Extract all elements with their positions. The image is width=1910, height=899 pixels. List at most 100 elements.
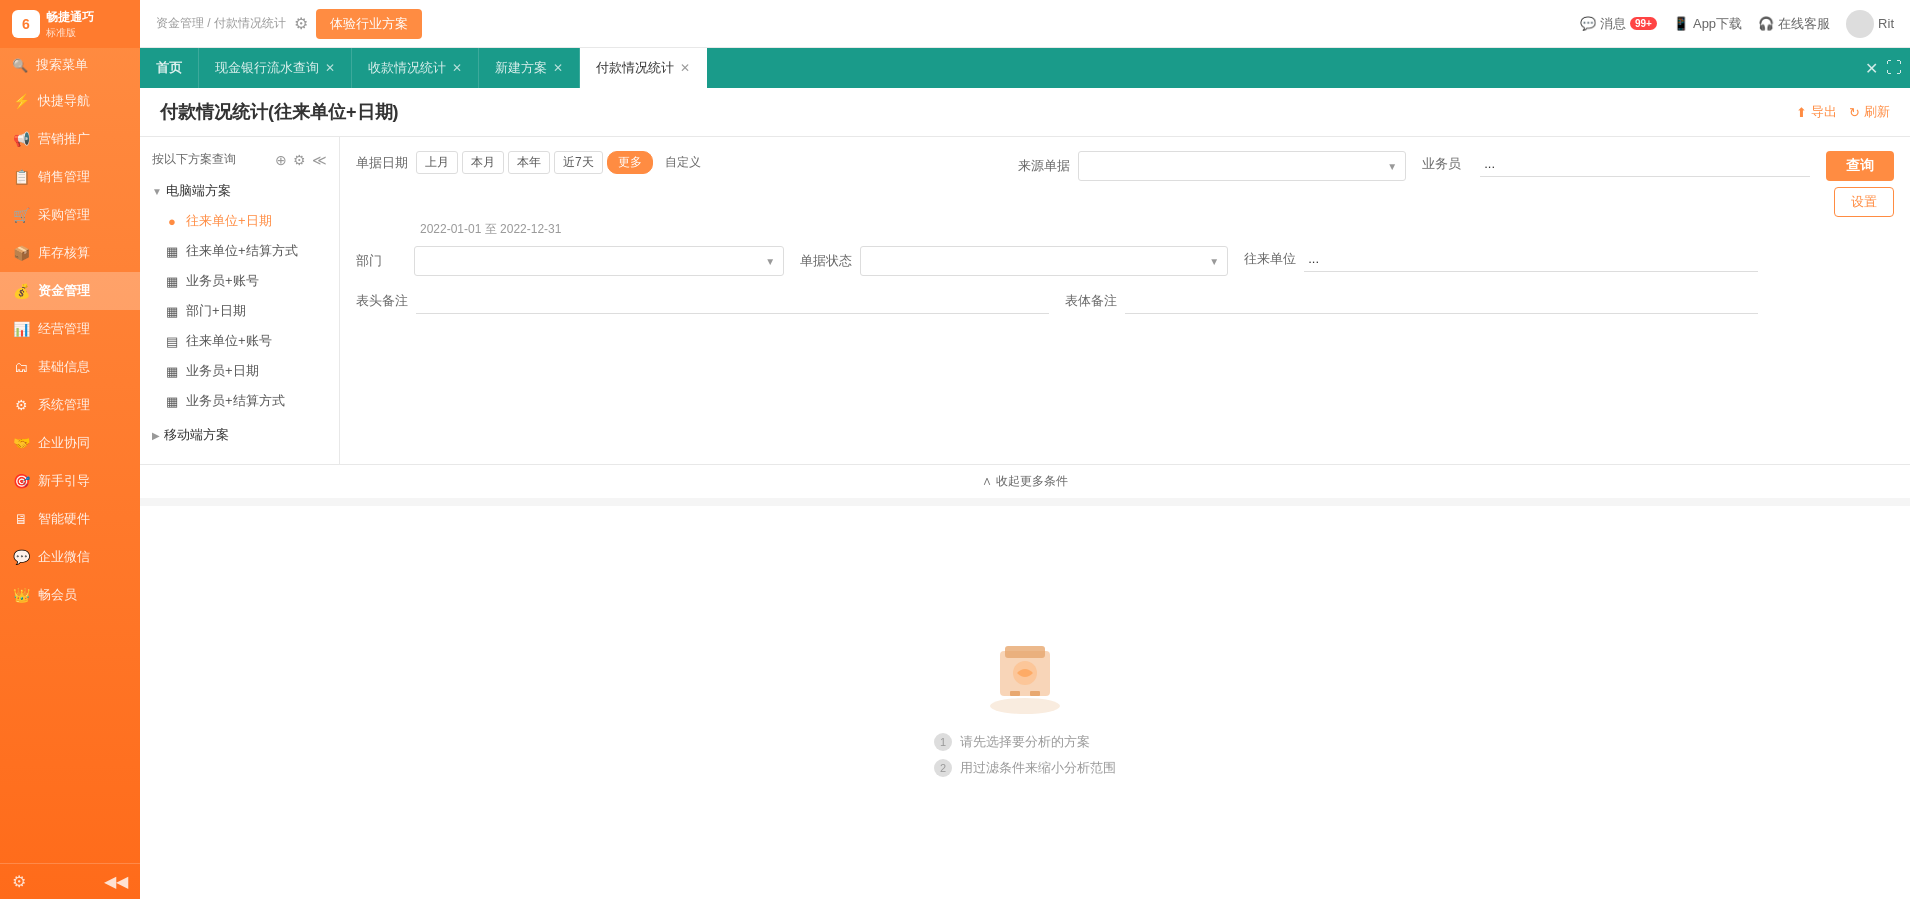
- scheme-pc-arrow-icon: ▼: [152, 186, 162, 197]
- sidebar-item-label: 畅会员: [38, 586, 77, 604]
- tab-close-bank-flow[interactable]: ✕: [325, 61, 335, 75]
- filter-row-3: 表头备注 表体备注: [356, 288, 1894, 314]
- date-btn-this-month[interactable]: 本月: [462, 151, 504, 174]
- enterprise-icon: 🤝: [12, 434, 30, 452]
- sidebar-item-marketing[interactable]: 📢 营销推广: [0, 120, 140, 158]
- settings-button[interactable]: 设置: [1834, 187, 1894, 217]
- sidebar-collapse-icon[interactable]: ◀◀: [104, 872, 128, 891]
- svg-point-0: [990, 698, 1060, 714]
- finance-icon: 💰: [12, 282, 30, 300]
- scheme-item-active-icon: ●: [164, 213, 180, 229]
- query-button[interactable]: 查询: [1826, 151, 1894, 181]
- scheme-pc-header[interactable]: ▼ 电脑端方案: [140, 176, 339, 206]
- top-header: 资金管理 / 付款情况统计 ⚙ 体验行业方案 💬 消息 99+ 📱 App下载 …: [140, 0, 1910, 48]
- sidebar-item-system[interactable]: ⚙ 系统管理: [0, 386, 140, 424]
- tab-close-new-plan[interactable]: ✕: [553, 61, 563, 75]
- header-right: 💬 消息 99+ 📱 App下载 🎧 在线客服 Rit: [1580, 10, 1894, 38]
- tab-bank-flow-label: 现金银行流水查询: [215, 59, 319, 77]
- empty-state: 1 请先选择要分析的方案 2 用过滤条件来缩小分析范围: [140, 506, 1910, 899]
- member-icon: 👑: [12, 586, 30, 604]
- tip-text-2: 用过滤条件来缩小分析范围: [960, 759, 1116, 777]
- user-area[interactable]: Rit: [1846, 10, 1894, 38]
- sidebar-item-basic[interactable]: 🗂 基础信息: [0, 348, 140, 386]
- header-gear-icon[interactable]: ⚙: [294, 14, 308, 33]
- tab-new-plan[interactable]: 新建方案 ✕: [479, 48, 580, 88]
- body-remark-input[interactable]: [1125, 288, 1758, 314]
- sidebar-item-inventory[interactable]: 📦 库存核算: [0, 234, 140, 272]
- sidebar-settings-icon[interactable]: ⚙: [12, 872, 26, 891]
- sidebar-item-operations[interactable]: 📊 经营管理: [0, 310, 140, 348]
- tab-payment-stats[interactable]: 付款情况统计 ✕: [580, 48, 707, 88]
- scheme-item-staff-account[interactable]: ▦ 业务员+账号: [140, 266, 339, 296]
- collapse-bar[interactable]: ∧ 收起更多条件: [140, 464, 1910, 498]
- staff-input[interactable]: [1480, 151, 1810, 177]
- tab-home[interactable]: 首页: [140, 48, 199, 88]
- tab-bank-flow[interactable]: 现金银行流水查询 ✕: [199, 48, 352, 88]
- sidebar-search[interactable]: 🔍 搜索菜单: [0, 48, 140, 82]
- sidebar-item-sales[interactable]: 📋 销售管理: [0, 158, 140, 196]
- svg-rect-5: [1030, 691, 1040, 696]
- sidebar-item-member[interactable]: 👑 畅会员: [0, 576, 140, 614]
- tab-receipts[interactable]: 收款情况统计 ✕: [352, 48, 479, 88]
- scheme-item-icon-4: ▤: [164, 333, 180, 349]
- export-icon: ⬆: [1796, 105, 1807, 120]
- scheme-mobile-header[interactable]: ▶ 移动端方案: [140, 420, 339, 450]
- dept-select[interactable]: ▼: [414, 246, 784, 276]
- trial-button[interactable]: 体验行业方案: [316, 9, 422, 39]
- date-btn-more[interactable]: 更多: [607, 151, 653, 174]
- action-buttons: 查询 设置: [1826, 151, 1894, 217]
- tab-bar-expand-icon[interactable]: ⛶: [1886, 59, 1902, 77]
- export-button[interactable]: ⬆ 导出: [1796, 103, 1837, 121]
- tab-close-payment-stats[interactable]: ✕: [680, 61, 690, 75]
- app-download-action[interactable]: 📱 App下载: [1673, 15, 1742, 33]
- scheme-item-staff-date[interactable]: ▦ 业务员+日期: [140, 356, 339, 386]
- scheme-header: 按以下方案查询 ⊕ ⚙ ≪: [140, 147, 339, 176]
- source-select[interactable]: ▼: [1078, 151, 1406, 181]
- date-btn-custom[interactable]: 自定义: [657, 152, 709, 173]
- sidebar-item-label: 系统管理: [38, 396, 90, 414]
- scheme-item-unit-account[interactable]: ▤ 往来单位+账号: [140, 326, 339, 356]
- filter-voucher-group: 单据状态 ▼: [800, 246, 1228, 276]
- refresh-button[interactable]: ↻ 刷新: [1849, 103, 1890, 121]
- scheme-item-dept-date[interactable]: ▦ 部门+日期: [140, 296, 339, 326]
- sidebar-item-wechat[interactable]: 💬 企业微信: [0, 538, 140, 576]
- scheme-collapse-icon[interactable]: ≪: [312, 152, 327, 168]
- date-btn-7days[interactable]: 近7天: [554, 151, 603, 174]
- filter-source-group: 来源单据 ▼: [1018, 151, 1406, 181]
- partner-input[interactable]: [1304, 246, 1758, 272]
- scheme-settings-icon[interactable]: ⚙: [293, 152, 306, 168]
- tip-item-2: 2 用过滤条件来缩小分析范围: [934, 759, 1116, 777]
- message-action[interactable]: 💬 消息 99+: [1580, 15, 1657, 33]
- scheme-add-icon[interactable]: ⊕: [275, 152, 287, 168]
- header-remark-input[interactable]: [416, 288, 1049, 314]
- basic-icon: 🗂: [12, 358, 30, 376]
- query-body: 按以下方案查询 ⊕ ⚙ ≪ ▼ 电脑端方案 ●: [140, 137, 1910, 464]
- tab-bar: 首页 现金银行流水查询 ✕ 收款情况统计 ✕ 新建方案 ✕ 付款情况统计 ✕ ✕…: [140, 48, 1910, 88]
- logo-icon: 6: [12, 10, 40, 38]
- filter-header-remark-group: 表头备注: [356, 288, 1049, 314]
- sidebar-item-purchase[interactable]: 🛒 采购管理: [0, 196, 140, 234]
- service-action[interactable]: 🎧 在线客服: [1758, 15, 1830, 33]
- scheme-item-staff-settle[interactable]: ▦ 业务员+结算方式: [140, 386, 339, 416]
- sidebar-item-quick-nav[interactable]: ⚡ 快捷导航: [0, 82, 140, 120]
- refresh-icon: ↻: [1849, 105, 1860, 120]
- voucher-select[interactable]: ▼: [860, 246, 1228, 276]
- sidebar-item-hardware[interactable]: 🖥 智能硬件: [0, 500, 140, 538]
- date-btn-this-year[interactable]: 本年: [508, 151, 550, 174]
- scheme-item-unit-date[interactable]: ● 往来单位+日期: [140, 206, 339, 236]
- tip-num-2: 2: [934, 759, 952, 777]
- date-btn-last-month[interactable]: 上月: [416, 151, 458, 174]
- scheme-mobile-arrow-icon: ▶: [152, 430, 160, 441]
- tab-bar-close-icon[interactable]: ✕: [1865, 59, 1878, 78]
- scheme-item-unit-settle[interactable]: ▦ 往来单位+结算方式: [140, 236, 339, 266]
- filter-date-group: 单据日期 上月 本月 本年 近7天 更多 自定义: [356, 151, 1002, 174]
- source-select-arrow: ▼: [1387, 161, 1397, 172]
- tab-close-receipts[interactable]: ✕: [452, 61, 462, 75]
- sidebar-item-enterprise[interactable]: 🤝 企业协同: [0, 424, 140, 462]
- tab-receipts-label: 收款情况统计: [368, 59, 446, 77]
- filter-area: 单据日期 上月 本月 本年 近7天 更多 自定义 来源单据: [340, 137, 1910, 464]
- marketing-icon: 📢: [12, 130, 30, 148]
- sidebar-item-guide[interactable]: 🎯 新手引导: [0, 462, 140, 500]
- sidebar-item-finance[interactable]: 💰 资金管理: [0, 272, 140, 310]
- dept-filter-label: 部门: [356, 252, 406, 270]
